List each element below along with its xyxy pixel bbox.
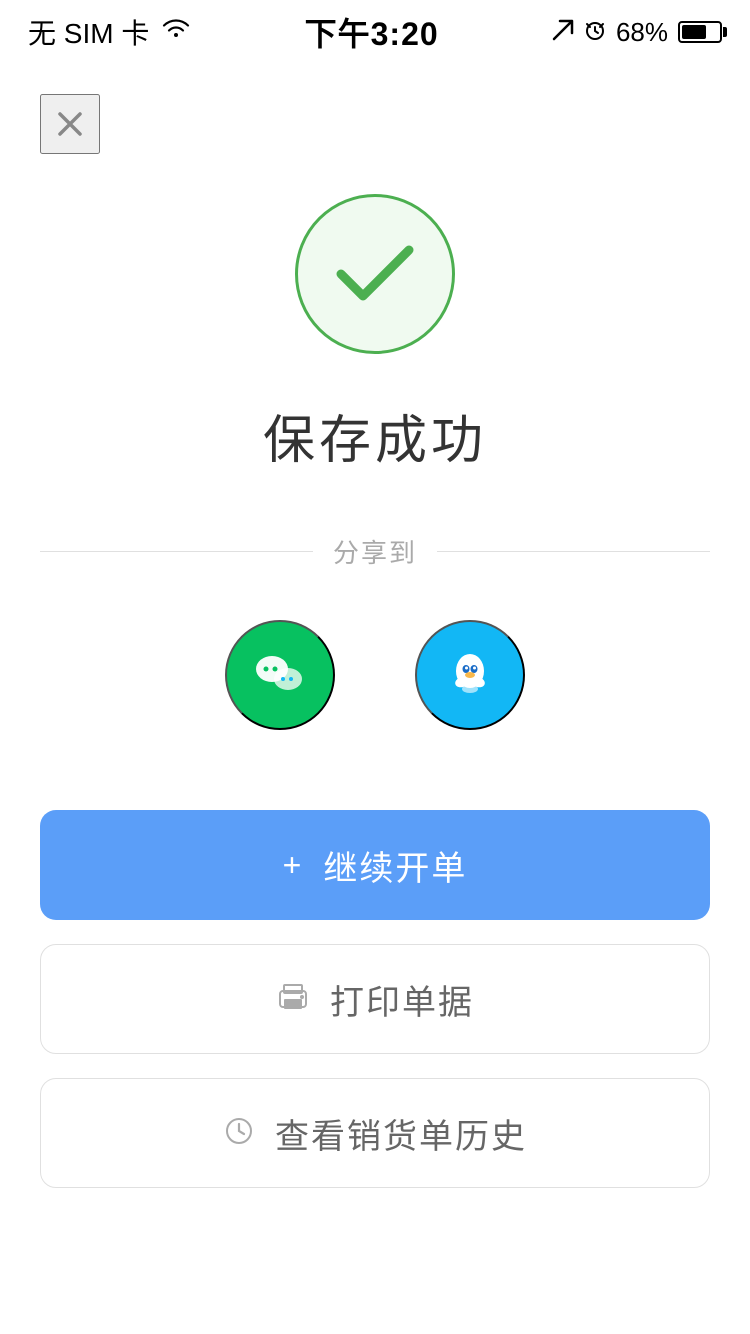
actions: + 继续开单 打印单据 查看销货单历史 [40, 810, 710, 1188]
location-icon [552, 17, 574, 48]
history-label: 查看销货单历史 [275, 1109, 527, 1158]
history-icon [223, 1115, 255, 1152]
print-label: 打印单据 [330, 975, 474, 1024]
close-icon [52, 106, 88, 142]
continue-label: 继续开单 [323, 841, 467, 890]
close-button[interactable] [40, 94, 100, 154]
status-bar: 无 SIM 卡 下午3:20 68% [0, 0, 750, 64]
status-right: 68% [552, 17, 722, 48]
print-icon [276, 981, 310, 1018]
battery-text: 68% [616, 17, 668, 48]
share-section: 分享到 [40, 533, 710, 730]
continue-icon: + [283, 849, 304, 881]
print-button[interactable]: 打印单据 [40, 944, 710, 1054]
checkmark-icon [335, 244, 415, 304]
success-area: 保存成功 [40, 194, 710, 473]
battery-icon [678, 21, 722, 43]
success-title: 保存成功 [263, 398, 487, 473]
status-time: 下午3:20 [305, 9, 439, 55]
share-icons [225, 620, 525, 730]
continue-button[interactable]: + 继续开单 [40, 810, 710, 920]
page-content: 保存成功 分享到 [0, 64, 750, 1334]
wechat-icon [250, 649, 310, 701]
divider-right [437, 551, 710, 552]
wifi-icon [161, 17, 191, 48]
qq-share-button[interactable] [415, 620, 525, 730]
qq-icon [440, 645, 500, 705]
divider-left [40, 551, 313, 552]
history-button[interactable]: 查看销货单历史 [40, 1078, 710, 1188]
success-circle [295, 194, 455, 354]
wechat-share-button[interactable] [225, 620, 335, 730]
status-carrier: 无 SIM 卡 [28, 12, 191, 52]
divider-row: 分享到 [40, 533, 710, 570]
alarm-icon [584, 17, 606, 48]
carrier-text: 无 SIM 卡 [28, 12, 149, 52]
share-label: 分享到 [333, 533, 417, 570]
